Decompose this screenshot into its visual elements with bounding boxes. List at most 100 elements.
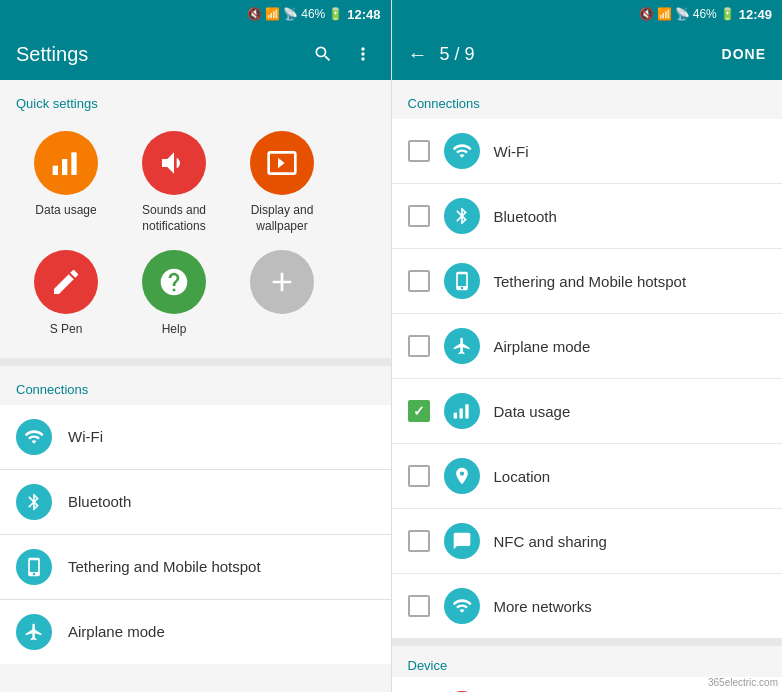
qs-spen-icon: [34, 250, 98, 314]
bluetooth-icon: [16, 484, 52, 520]
divider-1: [0, 358, 391, 366]
right-status-bar: 🔇 📶 📡 46% 🔋 12:49: [392, 0, 783, 28]
left-panel: 🔇 📶 📡 46% 🔋 12:48 Settings Quick s: [0, 0, 391, 692]
toolbar-icons: [311, 42, 375, 66]
check-airplane-label: Airplane mode: [494, 338, 767, 355]
list-item-bluetooth[interactable]: Bluetooth: [0, 470, 391, 535]
bluetooth-label: Bluetooth: [68, 493, 131, 510]
qs-data-usage[interactable]: Data usage: [16, 127, 116, 238]
checkbox-wifi[interactable]: [408, 140, 430, 162]
qs-spen[interactable]: S Pen: [16, 246, 116, 342]
settings-title: Settings: [16, 43, 311, 66]
wifi-status-icon-r: 📶: [657, 7, 672, 21]
watermark: 365electric.com: [708, 677, 778, 688]
checkbox-data-usage[interactable]: [408, 400, 430, 422]
check-bt-icon: [444, 198, 480, 234]
check-wifi-icon: [444, 133, 480, 169]
checkbox-more-networks[interactable]: [408, 595, 430, 617]
check-bluetooth[interactable]: Bluetooth: [392, 184, 783, 249]
battery-text-r: 46%: [693, 7, 717, 21]
qs-sounds-icon: [142, 131, 206, 195]
qs-add[interactable]: [232, 246, 332, 342]
check-bt-label: Bluetooth: [494, 208, 767, 225]
check-tethering-label: Tethering and Mobile hotspot: [494, 273, 767, 290]
check-location[interactable]: Location: [392, 444, 783, 509]
wifi-icon: [16, 419, 52, 455]
check-nfc-label: NFC and sharing: [494, 533, 767, 550]
check-location-icon: [444, 458, 480, 494]
right-panel: 🔇 📶 📡 46% 🔋 12:49 ← 5 / 9 DONE Connectio…: [391, 0, 783, 692]
connections-list: Wi-Fi Bluetooth Tethering and Mobi: [0, 405, 391, 664]
tethering-icon: [16, 549, 52, 585]
device-section-header: Device: [392, 646, 783, 677]
check-networks-label: More networks: [494, 598, 767, 615]
svg-rect-3: [453, 413, 456, 419]
checkbox-location[interactable]: [408, 465, 430, 487]
signal-icon-r: 📡: [675, 7, 690, 21]
list-item-airplane[interactable]: Airplane mode: [0, 600, 391, 664]
qs-help-label: Help: [162, 322, 187, 338]
right-time: 12:49: [739, 7, 772, 22]
right-toolbar: ← 5 / 9 DONE: [392, 28, 783, 80]
battery-icon-r: 🔋: [720, 7, 735, 21]
check-airplane[interactable]: Airplane mode: [392, 314, 783, 379]
qs-display-label: Display and wallpaper: [236, 203, 328, 234]
tethering-label: Tethering and Mobile hotspot: [68, 558, 261, 575]
airplane-icon: [16, 614, 52, 650]
check-data-icon: [444, 393, 480, 429]
qs-spen-label: S Pen: [50, 322, 83, 338]
check-tethering-icon: [444, 263, 480, 299]
list-item-tethering[interactable]: Tethering and Mobile hotspot: [0, 535, 391, 600]
airplane-label: Airplane mode: [68, 623, 165, 640]
svg-rect-0: [53, 166, 58, 175]
left-status-icons: 🔇 📶 📡 46% 🔋: [247, 7, 343, 21]
left-toolbar: Settings: [0, 28, 391, 80]
svg-rect-4: [459, 409, 462, 419]
left-time: 12:48: [347, 7, 380, 22]
more-options-button[interactable]: [351, 42, 375, 66]
quick-settings-grid: Data usage Sounds and notifications: [0, 119, 391, 358]
right-status-icons: 🔇 📶 📡 46% 🔋: [639, 7, 735, 21]
right-content: Connections Wi-Fi: [392, 80, 783, 692]
quick-settings-header: Quick settings: [0, 80, 391, 119]
wifi-label: Wi-Fi: [68, 428, 103, 445]
wifi-status-icon: 📶: [265, 7, 280, 21]
qs-display-icon: [250, 131, 314, 195]
list-item-wifi[interactable]: Wi-Fi: [0, 405, 391, 470]
check-data-label: Data usage: [494, 403, 767, 420]
check-wifi[interactable]: Wi-Fi: [392, 119, 783, 184]
svg-rect-5: [465, 404, 468, 418]
qs-data-usage-label: Data usage: [35, 203, 96, 219]
right-divider: [392, 638, 783, 646]
connections-header-left: Connections: [0, 366, 391, 405]
check-wifi-label: Wi-Fi: [494, 143, 767, 160]
checkbox-nfc[interactable]: [408, 530, 430, 552]
qs-sounds[interactable]: Sounds and notifications: [124, 127, 224, 238]
check-airplane-icon: [444, 328, 480, 364]
mute-icon-r: 🔇: [639, 7, 654, 21]
check-nfc-icon: [444, 523, 480, 559]
checklist: Wi-Fi Bluetooth: [392, 119, 783, 638]
left-content: Quick settings Data usage: [0, 80, 391, 692]
qs-help-icon: [142, 250, 206, 314]
checkbox-bluetooth[interactable]: [408, 205, 430, 227]
signal-icon: 📡: [283, 7, 298, 21]
check-data-usage[interactable]: Data usage: [392, 379, 783, 444]
page-indicator: 5 / 9: [440, 44, 710, 65]
checkbox-tethering[interactable]: [408, 270, 430, 292]
search-button[interactable]: [311, 42, 335, 66]
qs-help[interactable]: Help: [124, 246, 224, 342]
check-more-networks[interactable]: More networks: [392, 574, 783, 638]
check-nfc[interactable]: NFC and sharing: [392, 509, 783, 574]
checkbox-airplane[interactable]: [408, 335, 430, 357]
qs-add-icon: [250, 250, 314, 314]
check-networks-icon: [444, 588, 480, 624]
qs-display[interactable]: Display and wallpaper: [232, 127, 332, 238]
left-status-bar: 🔇 📶 📡 46% 🔋 12:48: [0, 0, 391, 28]
mute-icon: 🔇: [247, 7, 262, 21]
check-tethering[interactable]: Tethering and Mobile hotspot: [392, 249, 783, 314]
svg-rect-1: [62, 159, 67, 175]
back-button[interactable]: ←: [408, 43, 428, 66]
done-button[interactable]: DONE: [722, 46, 766, 62]
qs-sounds-label: Sounds and notifications: [128, 203, 220, 234]
